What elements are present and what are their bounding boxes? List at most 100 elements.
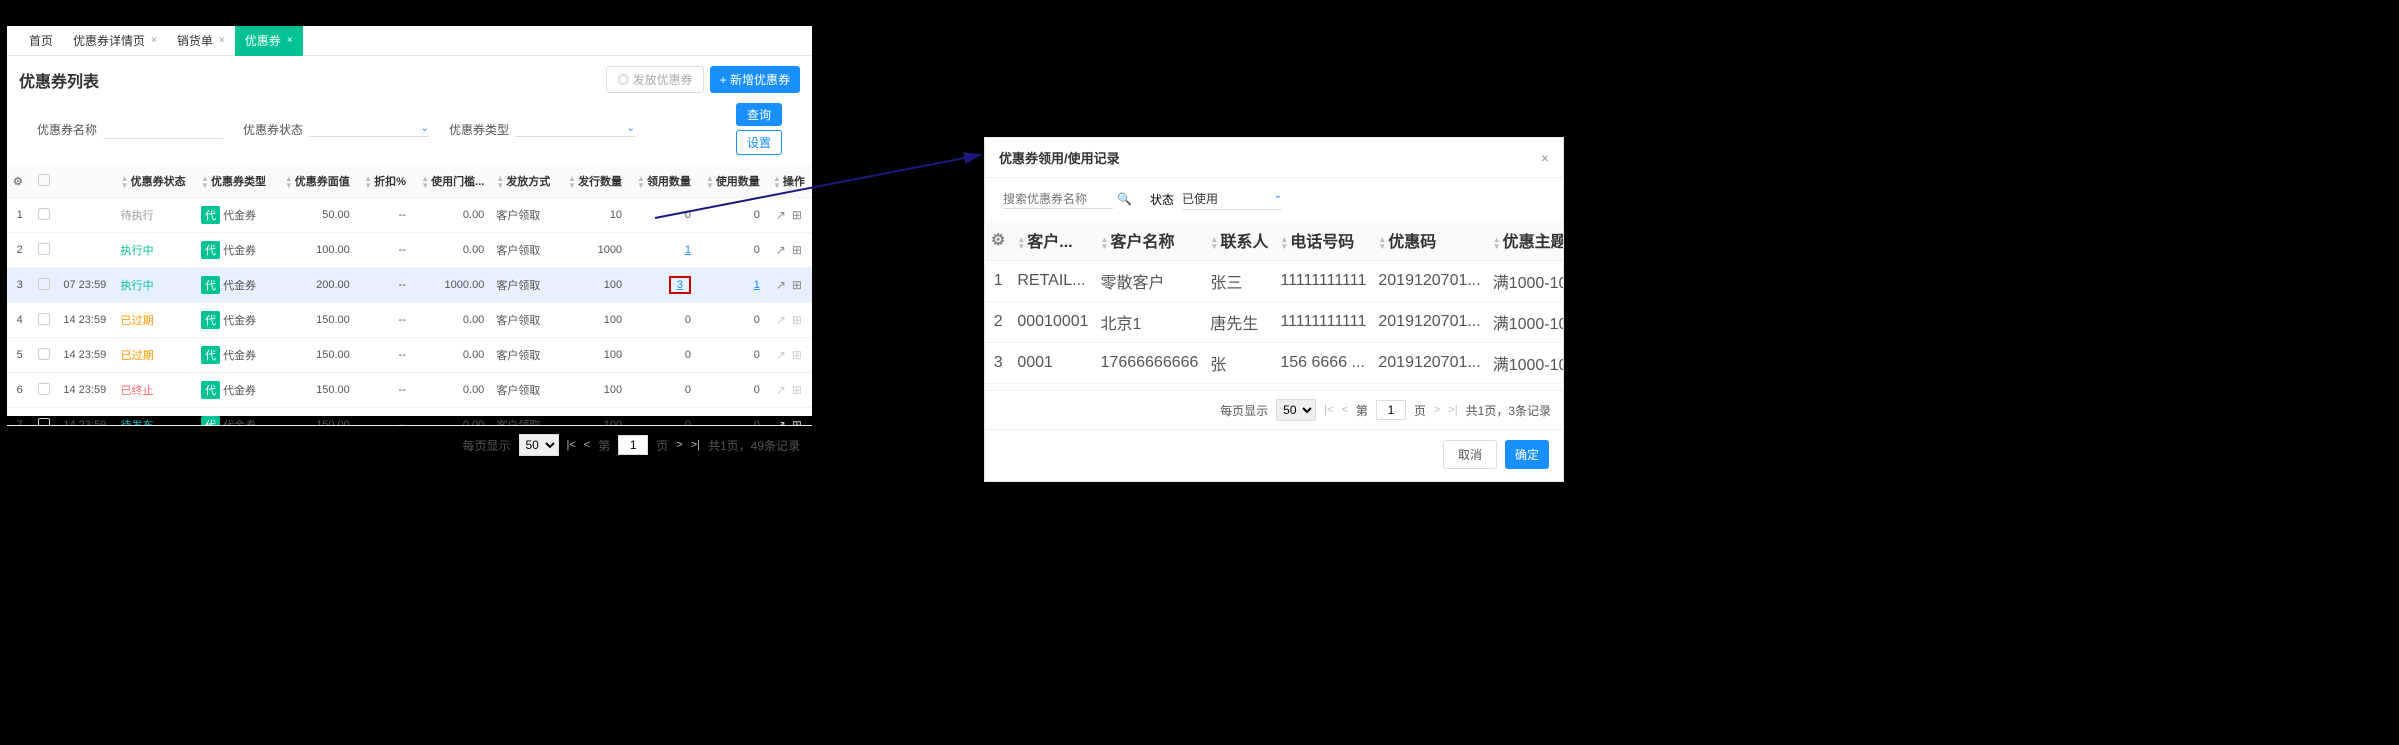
qrcode-icon[interactable]: ⊞ [792,278,802,292]
table-row[interactable]: 2 执行中 代 代金券 100.00 -- 0.00 客户领取 1000 1 0… [7,233,812,268]
tab-sales-order[interactable]: 销货单× [167,26,235,56]
close-icon[interactable]: × [151,35,157,46]
table-row[interactable]: 1 待执行 代 代金券 50.00 -- 0.00 客户领取 10 0 0 ↗⊞ [7,198,812,233]
share-icon[interactable]: ↗ [776,243,786,257]
coupon-table-wrap[interactable]: ⚙ ▲▼优惠券状态▲▼优惠券类型▲▼优惠券面值▲▼折扣%▲▼使用门槛...▲▼发放… [7,165,812,425]
share-icon[interactable]: ↗ [776,383,786,397]
col-header[interactable]: ▲▼使用门槛... [412,165,490,198]
col-header[interactable]: ▲▼发放方式 [490,165,559,198]
table-row[interactable]: 200010001北京1唐先生111111111112019120701...满… [985,302,1563,343]
filter-type-label: 优惠券类型 [449,121,509,138]
page-post-label: 页 [1414,402,1426,419]
col-header[interactable]: ▲▼使用数量 [697,165,766,198]
qrcode-icon[interactable]: ⊞ [792,243,802,257]
share-icon[interactable]: ↗ [776,208,786,222]
per-page-select[interactable]: 50 [519,434,559,456]
first-page-icon[interactable]: |< [567,439,576,451]
col-header[interactable]: ▲▼联系人 [1204,220,1274,261]
issue-coupon-button[interactable]: ◎ 发放优惠券 [606,66,703,93]
cancel-button[interactable]: 取消 [1443,440,1497,469]
modal-table-wrap[interactable]: ⚙▲▼客户...▲▼客户名称▲▼联系人▲▼电话号码▲▼优惠码▲▼优惠主题▲▼优惠… [985,220,1563,390]
col-header[interactable]: ▲▼优惠券面值 [275,165,355,198]
table-row[interactable]: 3000117666666666张156 6666 ...2019120701.… [985,343,1563,384]
prev-page-icon[interactable]: < [1341,404,1347,416]
col-header[interactable]: ▲▼操作 [766,165,812,198]
search-button[interactable]: 查询 [736,103,782,126]
last-page-icon[interactable]: >| [1448,404,1457,416]
qrcode-icon[interactable]: ⊞ [792,208,802,222]
modal-page-input[interactable] [1376,400,1406,420]
qrcode-icon[interactable]: ⊞ [792,313,802,327]
filter-row: 优惠券名称 优惠券状态 ⌄ 优惠券类型 ⌄ 查询 设置 [7,103,812,165]
close-icon[interactable]: × [219,35,225,46]
col-header[interactable] [32,165,57,198]
col-header[interactable]: ▲▼领用数量 [628,165,697,198]
row-checkbox[interactable] [38,348,50,360]
col-header[interactable]: ▲▼发行数量 [559,165,628,198]
close-icon[interactable]: × [287,35,293,46]
last-page-icon[interactable]: >| [691,439,700,451]
col-header[interactable]: ⚙ [7,165,32,198]
share-icon[interactable]: ↗ [776,313,786,327]
coupon-type-select[interactable]: ⌄ [515,121,635,137]
gear-icon[interactable]: ⚙ [13,176,23,188]
table-row[interactable]: 3 07 23:59 执行中 代 代金券 200.00 -- 1000.00 客… [7,268,812,303]
col-header[interactable]: ▲▼优惠券状态 [115,165,195,198]
modal-footer: 取消 确定 [985,429,1563,479]
col-header[interactable]: ⚙ [985,220,1011,261]
row-checkbox[interactable] [38,313,50,325]
coupon-name-input[interactable] [103,120,223,139]
row-checkbox[interactable] [38,278,50,290]
col-header[interactable]: ▲▼客户名称 [1095,220,1205,261]
gear-icon[interactable]: ⚙ [991,232,1005,249]
share-icon[interactable]: ↗ [776,418,786,425]
col-header[interactable]: ▲▼折扣% [356,165,412,198]
col-header[interactable] [57,165,114,198]
qrcode-icon[interactable]: ⊞ [792,383,802,397]
qrcode-icon[interactable]: ⊞ [792,418,802,425]
row-checkbox[interactable] [38,243,50,255]
share-icon[interactable]: ↗ [776,348,786,362]
close-icon[interactable]: × [1541,150,1549,166]
col-header[interactable]: ▲▼优惠券类型 [195,165,275,198]
next-page-icon[interactable]: > [676,439,682,451]
pager-summary: 共1页，49条记录 [708,437,800,454]
tab-home[interactable]: 首页 [19,26,63,56]
coupon-status-select[interactable]: ⌄ [309,121,429,137]
row-checkbox[interactable] [38,383,50,395]
col-header[interactable]: ▲▼电话号码 [1274,220,1372,261]
search-icon[interactable]: 🔍 [1117,192,1132,206]
add-coupon-button[interactable]: + 新增优惠券 [710,66,800,93]
modal-pager: 每页显示 50 |< < 第 页 > >| 共1页，3条记录 [985,390,1563,429]
tab-coupon-detail[interactable]: 优惠券详情页× [63,26,167,56]
qrcode-icon[interactable]: ⊞ [792,348,802,362]
modal-per-page-select[interactable]: 50 [1276,399,1316,421]
table-row[interactable]: 6 14 23:59 已终止 代 代金券 150.00 -- 0.00 客户领取… [7,373,812,408]
share-icon[interactable]: ↗ [776,278,786,292]
page-input[interactable] [618,435,648,455]
modal-status-select[interactable]: 已使用 ⌄ [1182,188,1282,210]
page-pre-label: 第 [598,437,610,454]
filter-status-label: 优惠券状态 [243,121,303,138]
ok-button[interactable]: 确定 [1505,440,1549,469]
col-header[interactable]: ▲▼优惠码 [1372,220,1486,261]
table-row[interactable]: 7 14 23:59 待发布 代 代金券 150.00 -- 0.00 客户领取… [7,408,812,425]
modal-search-input[interactable] [1003,190,1113,209]
col-header[interactable]: ▲▼优惠主题 [1487,220,1563,261]
page-title: 优惠券列表 [19,68,99,92]
settings-button[interactable]: 设置 [736,130,782,155]
row-checkbox[interactable] [38,208,50,220]
header-row: 优惠券列表 ◎ 发放优惠券 + 新增优惠券 [7,56,812,103]
col-header[interactable]: ▲▼客户... [1011,220,1094,261]
chevron-down-icon: ⌄ [421,123,429,134]
header-buttons: ◎ 发放优惠券 + 新增优惠券 [606,66,800,93]
next-page-icon[interactable]: > [1434,404,1440,416]
table-row[interactable]: 5 14 23:59 已过期 代 代金券 150.00 -- 0.00 客户领取… [7,338,812,373]
select-all-checkbox[interactable] [38,174,50,186]
prev-page-icon[interactable]: < [584,439,590,451]
table-row[interactable]: 4 14 23:59 已过期 代 代金券 150.00 -- 0.00 客户领取… [7,303,812,338]
row-checkbox[interactable] [38,418,50,425]
tab-coupon[interactable]: 优惠券× [235,26,303,56]
table-row[interactable]: 1RETAIL...零散客户张三111111111112019120701...… [985,261,1563,302]
first-page-icon[interactable]: |< [1324,404,1333,416]
